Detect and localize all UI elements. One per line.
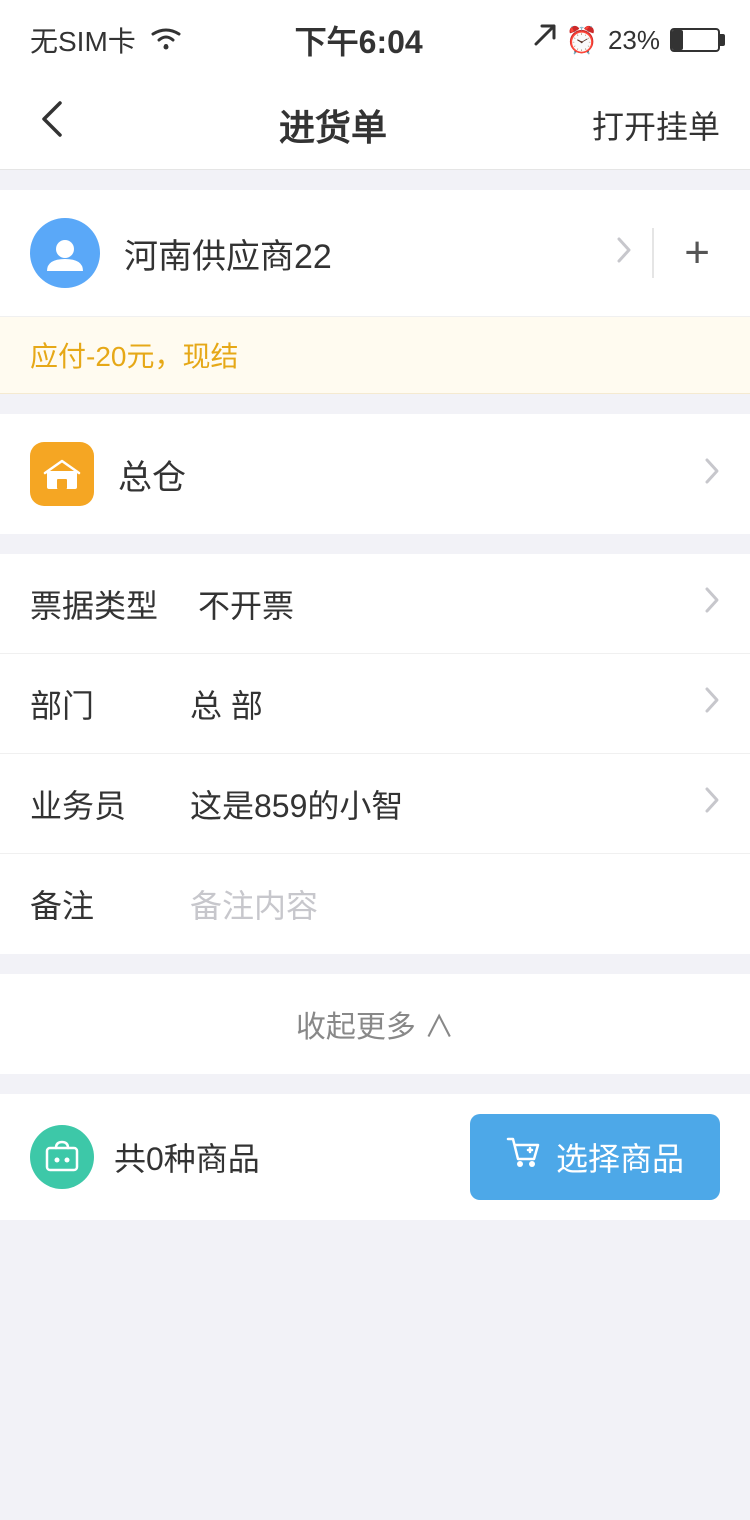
invoice-chevron-icon <box>704 585 720 622</box>
warehouse-icon-wrap <box>30 442 94 506</box>
sales-chevron-icon <box>704 785 720 822</box>
remark-row[interactable]: 备注 备注内容 <box>0 854 750 954</box>
supplier-chevron-icon <box>616 235 632 272</box>
section-gap-2 <box>0 394 750 414</box>
back-button[interactable] <box>30 89 74 160</box>
sales-value: 这是859的小智 <box>150 781 704 827</box>
status-bar: 无SIM卡 下午6:04 ⏰ 23% <box>0 0 750 80</box>
warehouse-row[interactable]: 总仓 <box>0 414 750 534</box>
invoice-value: 不开票 <box>158 581 704 627</box>
remark-placeholder: 备注内容 <box>150 881 720 927</box>
collapse-label: 收起更多 ∧ <box>296 1002 454 1046</box>
select-product-label: 选择商品 <box>556 1134 684 1180</box>
status-time: 下午6:04 <box>295 17 423 63</box>
alarm-icon: ⏰ <box>566 25 598 56</box>
product-icon-wrap <box>30 1125 94 1189</box>
dept-value: 总 部 <box>150 681 704 727</box>
supplier-avatar <box>30 218 100 288</box>
dept-label: 部门 <box>30 681 150 727</box>
supplier-divider <box>652 228 654 278</box>
nav-bar: 进货单 打开挂单 <box>0 80 750 170</box>
location-icon <box>534 24 556 57</box>
dept-row[interactable]: 部门 总 部 <box>0 654 750 754</box>
status-right: ⏰ 23% <box>534 24 720 57</box>
carrier-label: 无SIM卡 <box>30 20 136 60</box>
bottom-bar: 共0种商品 选择商品 <box>0 1094 750 1220</box>
collapse-row[interactable]: 收起更多 ∧ <box>0 974 750 1074</box>
supplier-section: 河南供应商22 + 应付-20元，现结 <box>0 190 750 394</box>
supplier-name: 河南供应商22 <box>124 229 616 278</box>
status-left: 无SIM卡 <box>30 20 184 60</box>
form-section: 票据类型 不开票 部门 总 部 业务员 这是859的小智 备注 备注内容 <box>0 554 750 954</box>
battery-icon <box>670 28 720 52</box>
select-product-button[interactable]: 选择商品 <box>470 1114 720 1200</box>
notice-text: 应付-20元，现结 <box>30 341 238 372</box>
sales-label: 业务员 <box>30 781 150 827</box>
remark-label: 备注 <box>30 881 150 927</box>
add-supplier-button[interactable]: + <box>674 228 720 278</box>
cart-icon <box>506 1137 542 1177</box>
invoice-label: 票据类型 <box>30 581 158 627</box>
battery-percent: 23% <box>608 25 660 56</box>
invoice-row[interactable]: 票据类型 不开票 <box>0 554 750 654</box>
notice-bar: 应付-20元，现结 <box>0 317 750 394</box>
gray-background <box>0 1220 750 1520</box>
section-gap-1 <box>0 170 750 190</box>
dept-chevron-icon <box>704 685 720 722</box>
wifi-icon <box>148 24 184 57</box>
warehouse-chevron-icon <box>704 456 720 493</box>
open-pending-button[interactable]: 打开挂单 <box>592 102 720 148</box>
warehouse-name: 总仓 <box>118 450 704 499</box>
page-title: 进货单 <box>279 99 387 151</box>
sales-row[interactable]: 业务员 这是859的小智 <box>0 754 750 854</box>
supplier-row[interactable]: 河南供应商22 + <box>0 190 750 317</box>
product-count: 共0种商品 <box>114 1134 450 1180</box>
